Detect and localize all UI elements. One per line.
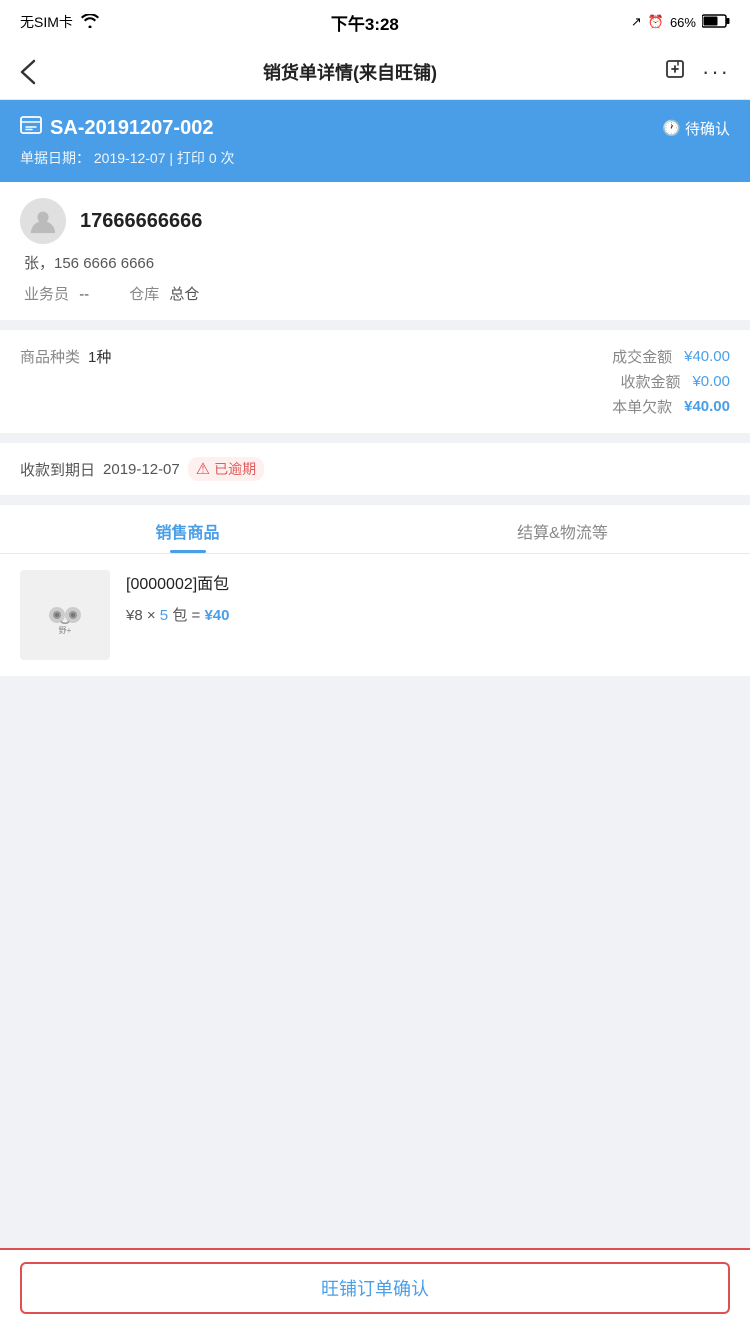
wifi-icon (81, 14, 99, 31)
due-date-card: 收款到期日 2019-12-07 ⚠ 已逾期 (0, 443, 750, 495)
debt-label: 本单欠款 (612, 396, 672, 417)
status-bar: 无SIM卡 下午3:28 ↗ ⏰ 66% (0, 0, 750, 44)
status-left: 无SIM卡 (20, 12, 99, 32)
product-thumbnail: 野+ (20, 570, 110, 660)
salesman-label: 业务员 (24, 286, 69, 303)
product-total: ¥40 (204, 607, 229, 624)
nav-bar: 销货单详情(来自旺铺) ··· (0, 44, 750, 100)
battery-icon (702, 14, 730, 31)
due-date-value: 2019-12-07 (103, 461, 180, 478)
confirm-btn-container: 旺铺订单确认 (0, 1248, 750, 1334)
order-date-value: 2019-12-07 (94, 150, 166, 166)
order-status: 🕐 待确认 (662, 118, 730, 139)
product-equals: = (192, 607, 205, 624)
salesman-value: -- (79, 286, 89, 303)
product-type-label: 商品种类 (20, 346, 80, 367)
more-icon[interactable]: ··· (702, 59, 730, 85)
order-status-text: 待确认 (685, 118, 730, 139)
alarm-icon: ⏰ (648, 14, 664, 30)
debt-value: ¥40.00 (684, 398, 730, 415)
confirm-order-button[interactable]: 旺铺订单确认 (20, 1262, 730, 1314)
product-qty: 5 (160, 607, 168, 624)
customer-name: 张，156 6666 6666 (24, 252, 730, 273)
order-header: SA-20191207-002 🕐 待确认 单据日期： 2019-12-07 |… (0, 100, 750, 182)
product-type-value: 1种 (88, 346, 111, 367)
customer-phone: 17666666666 (80, 210, 202, 233)
order-id-text: SA-20191207-002 (50, 117, 213, 140)
overdue-icon: ⚠ (196, 459, 210, 479)
received-label: 收款金额 (620, 371, 680, 392)
customer-meta: 业务员 -- 仓库 总仓 (24, 283, 730, 304)
customer-card: 17666666666 张，156 6666 6666 业务员 -- 仓库 总仓 (0, 182, 750, 320)
share-icon[interactable] (664, 58, 686, 86)
carrier-text: 无SIM卡 (20, 12, 73, 32)
tab-settlement-logistics[interactable]: 结算&物流等 (375, 505, 750, 553)
deal-amount-label: 成交金额 (612, 346, 672, 367)
received-value: ¥0.00 (692, 373, 730, 390)
order-icon (20, 116, 42, 140)
product-price-row: ¥8 × 5 包 = ¥40 (126, 604, 730, 625)
order-id-container: SA-20191207-002 (20, 116, 213, 140)
order-date-label: 单据日期： (20, 150, 90, 166)
product-card: 野+ [0000002]面包 ¥8 × 5 包 = ¥40 (0, 554, 750, 676)
status-right: ↗ ⏰ 66% (631, 14, 730, 31)
svg-text:野+: 野+ (59, 626, 72, 635)
battery-text: 66% (670, 15, 696, 30)
location-icon: ↗ (631, 14, 642, 30)
overdue-badge: ⚠ 已逾期 (188, 457, 264, 481)
overdue-text: 已逾期 (214, 459, 256, 479)
product-name: [0000002]面包 (126, 570, 730, 594)
deal-amount-value: ¥40.00 (684, 348, 730, 365)
product-price: ¥8 (126, 607, 143, 624)
summary-card: 商品种类 1种 成交金额 ¥40.00 收款金额 ¥0.00 本单欠款 ¥40.… (0, 330, 750, 433)
warehouse-label: 仓库 (129, 286, 159, 303)
due-date-label: 收款到期日 (20, 459, 95, 480)
nav-actions: ··· (664, 58, 730, 86)
status-time: 下午3:28 (331, 10, 399, 35)
product-unit: 包 (172, 607, 187, 624)
tab-sales-product[interactable]: 销售商品 (0, 505, 375, 553)
customer-avatar (20, 198, 66, 244)
page-title: 销货单详情(来自旺铺) (263, 59, 437, 85)
clock-icon: 🕐 (662, 119, 681, 137)
bottom-area (0, 676, 750, 956)
product-info: [0000002]面包 ¥8 × 5 包 = ¥40 (126, 570, 730, 625)
warehouse-value: 总仓 (169, 286, 199, 303)
back-button[interactable] (20, 59, 36, 85)
order-date-line: 单据日期： 2019-12-07 | 打印 0 次 (20, 148, 730, 168)
product-multiply: × (147, 607, 160, 624)
tabs-bar: 销售商品 结算&物流等 (0, 505, 750, 554)
